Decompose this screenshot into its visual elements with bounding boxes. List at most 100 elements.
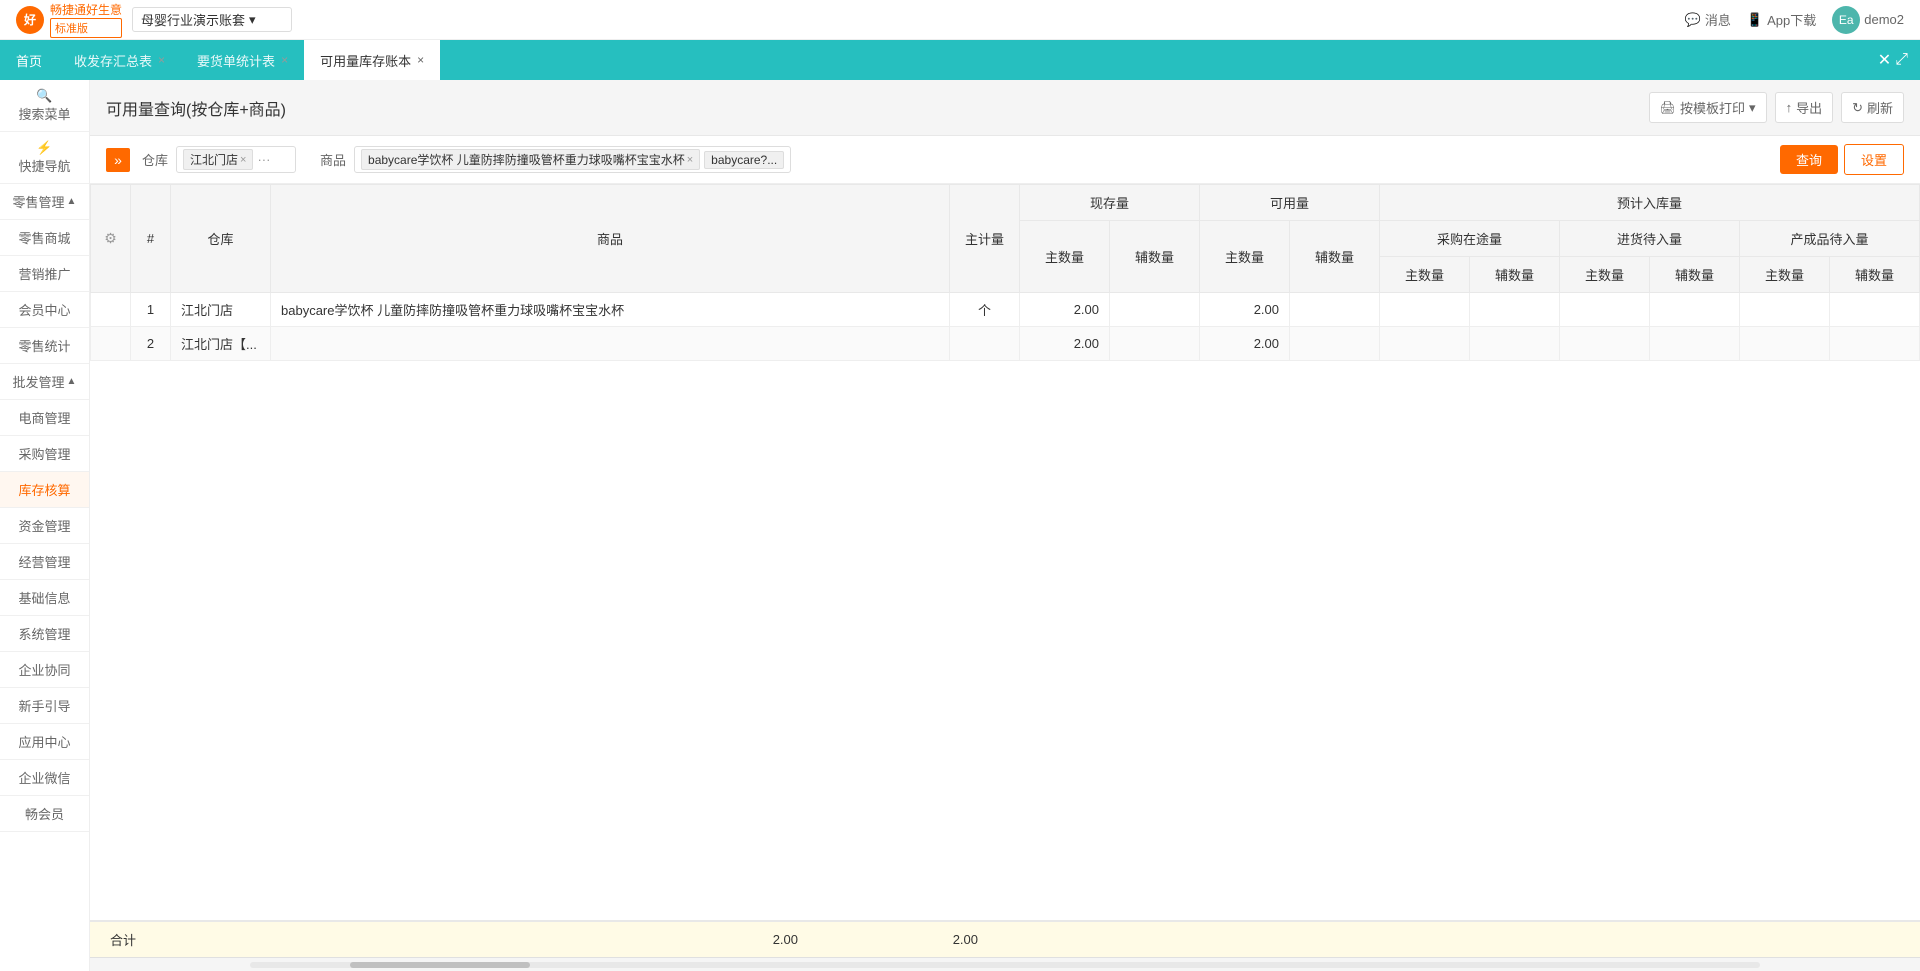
setting-btn[interactable]: 设置 (1844, 144, 1904, 175)
company-select[interactable]: 母婴行业演示账套 ▾ (132, 7, 292, 32)
warehouse-filter-label: 仓库 (142, 150, 168, 169)
tab-order-stat[interactable]: 要货单统计表 × (181, 40, 304, 80)
sidebar-item-ecommerce[interactable]: 电商管理 (0, 400, 89, 436)
export-btn[interactable]: ↑ 导出 (1775, 92, 1834, 123)
std-tag: 标准版 (50, 18, 122, 38)
top-bar-left: 好 畅捷通好生意 标准版 母婴行业演示账套 ▾ (16, 1, 292, 38)
settings-gear-icon[interactable]: ⚙ (104, 230, 117, 246)
tab-order-stat-close[interactable]: × (281, 53, 288, 67)
sidebar-item-vip-member-label: 畅会员 (8, 804, 81, 823)
close-all-icon[interactable]: ✕ (1878, 50, 1891, 70)
tab-home[interactable]: 首页 (0, 40, 58, 80)
tab-available-stock-close[interactable]: × (417, 53, 424, 67)
expand-icon[interactable]: ⤢ (1895, 51, 1908, 69)
query-btn[interactable]: 查询 (1780, 145, 1838, 174)
th-product-pending-aux: 辅数量 (1830, 257, 1920, 293)
sidebar-item-new-guide[interactable]: 新手引导 (0, 688, 89, 724)
username: demo2 (1864, 12, 1904, 27)
sidebar-item-marketing[interactable]: 营销推广 (0, 256, 89, 292)
sidebar-item-enterprise-collab[interactable]: 企业协同 (0, 652, 89, 688)
scroll-track[interactable] (250, 962, 1760, 968)
sidebar-item-operations[interactable]: 经营管理 (0, 544, 89, 580)
product-filter-input[interactable]: babycare学饮杯 儿童防摔防撞吸管杯重力球吸嘴杯宝宝水杯 × babyca… (354, 146, 791, 173)
row1-warehouse: 江北门店 (171, 293, 271, 327)
table-footer: 合计 2.00 2.00 (90, 920, 1920, 957)
row2-avail-aux (1290, 327, 1380, 361)
row2-avail-main: 2.00 (1200, 327, 1290, 361)
th-avail-aux: 辅数量 (1290, 221, 1380, 293)
message-btn[interactable]: 💬 消息 (1685, 10, 1731, 29)
sidebar-item-system-mgmt[interactable]: 系统管理 (0, 616, 89, 652)
retail-mgmt-arrow: ▲ (67, 196, 77, 207)
sidebar-item-operations-label: 经营管理 (8, 552, 81, 571)
sidebar-item-enterprise-wechat[interactable]: 企业微信 (0, 760, 89, 796)
row2-unit (950, 327, 1020, 361)
export-label: 导出 (1796, 98, 1822, 117)
app-download-btn[interactable]: 📱 App下载 (1747, 10, 1816, 29)
product-tag-babycare-remove[interactable]: × (687, 154, 693, 166)
footer-stock-main: 2.00 (720, 932, 810, 947)
sidebar-item-retail-mall[interactable]: 零售商城 (0, 220, 89, 256)
footer-label: 合计 (90, 930, 290, 949)
sidebar-item-retail-stats[interactable]: 零售统计 (0, 328, 89, 364)
refresh-btn[interactable]: ↻ 刷新 (1841, 92, 1904, 123)
th-index: # (131, 185, 171, 293)
sidebar-item-search-menu[interactable]: 🔍 搜索菜单 (0, 80, 89, 132)
sidebar-item-member-center[interactable]: 会员中心 (0, 292, 89, 328)
sidebar-item-purchase[interactable]: 采购管理 (0, 436, 89, 472)
tab-receive-close[interactable]: × (158, 53, 165, 67)
row2-goods-pending-aux (1650, 327, 1740, 361)
sidebar: 🔍 搜索菜单 ⚡ 快捷导航 零售管理 ▲ 零售商城 营销推广 会员中心 零售统计… (0, 80, 90, 971)
th-forecast-in: 预计入库量 (1380, 185, 1920, 221)
table-row: 1 江北门店 babycare学饮杯 儿童防摔防撞吸管杯重力球吸嘴杯宝宝水杯 个… (91, 293, 1920, 327)
retail-mgmt-label: 零售管理 (13, 192, 65, 211)
row2-product (271, 327, 950, 361)
tab-receive-label: 收发存汇总表 (74, 51, 152, 70)
sidebar-item-vip-member[interactable]: 畅会员 (0, 796, 89, 832)
sidebar-item-finance[interactable]: 资金管理 (0, 508, 89, 544)
th-settings[interactable]: ⚙ (91, 185, 131, 293)
export-icon: ↑ (1786, 100, 1793, 115)
print-btn[interactable]: 🖨 按模板打印 ▾ (1649, 92, 1767, 123)
th-stock-aux: 辅数量 (1110, 221, 1200, 293)
table-wrapper: ⚙ # 仓库 商品 主计量 现存量 可用量 预计入库量 主数量 辅数量 主数量 (90, 184, 1920, 920)
warehouse-tag-remove[interactable]: × (240, 154, 246, 166)
th-purchase-transit: 采购在途量 (1380, 221, 1560, 257)
wholesale-label: 批发管理 (13, 372, 65, 391)
row1-purchase-transit-aux (1470, 293, 1560, 327)
row2-stock-aux (1110, 327, 1200, 361)
th-goods-pending-aux: 辅数量 (1650, 257, 1740, 293)
logo-area: 好 畅捷通好生意 标准版 (16, 1, 122, 38)
row2-index: 2 (131, 327, 171, 361)
sidebar-item-inventory[interactable]: 库存核算 (0, 472, 89, 508)
sidebar-item-retail-mgmt[interactable]: 零售管理 ▲ (0, 184, 89, 220)
footer-avail-main: 2.00 (900, 932, 990, 947)
page-header: 可用量查询(按仓库+商品) 🖨 按模板打印 ▾ ↑ 导出 ↻ 刷新 (90, 80, 1920, 136)
top-bar: 好 畅捷通好生意 标准版 母婴行业演示账套 ▾ 💬 消息 📱 App下载 Ea … (0, 0, 1920, 40)
warehouse-filter-input[interactable]: 江北门店 × ··· (176, 146, 296, 173)
sidebar-item-quick-nav[interactable]: ⚡ 快捷导航 (0, 132, 89, 184)
sidebar-item-basic-info[interactable]: 基础信息 (0, 580, 89, 616)
sidebar-item-finance-label: 资金管理 (8, 516, 81, 535)
company-name: 母婴行业演示账套 (141, 10, 245, 29)
scroll-thumb[interactable] (350, 962, 530, 968)
sidebar-item-app-center[interactable]: 应用中心 (0, 724, 89, 760)
filter-row: 仓库 江北门店 × ··· 商品 babycare学饮杯 儿童防摔防撞吸管杯重力… (142, 146, 1768, 173)
row1-product-pending-aux (1830, 293, 1920, 327)
row1-unit: 个 (950, 293, 1020, 327)
row1-product-pending-main (1740, 293, 1830, 327)
th-product: 商品 (271, 185, 950, 293)
sidebar-item-system-mgmt-label: 系统管理 (8, 624, 81, 643)
print-icon: 🖨 (1660, 100, 1677, 116)
filter-expand-btn[interactable]: » (106, 148, 130, 172)
refresh-icon: ↻ (1852, 100, 1863, 116)
row2-purchase-transit-aux (1470, 327, 1560, 361)
th-product-pending-main: 主数量 (1740, 257, 1830, 293)
tab-order-stat-label: 要货单统计表 (197, 51, 275, 70)
tab-available-stock[interactable]: 可用量库存账本 × (304, 40, 440, 80)
filter-actions-right: 查询 设置 (1780, 144, 1904, 175)
tab-receive[interactable]: 收发存汇总表 × (58, 40, 181, 80)
sidebar-item-wholesale[interactable]: 批发管理 ▲ (0, 364, 89, 400)
warehouse-more-dots[interactable]: ··· (257, 152, 270, 167)
user-area[interactable]: Ea demo2 (1832, 6, 1904, 34)
